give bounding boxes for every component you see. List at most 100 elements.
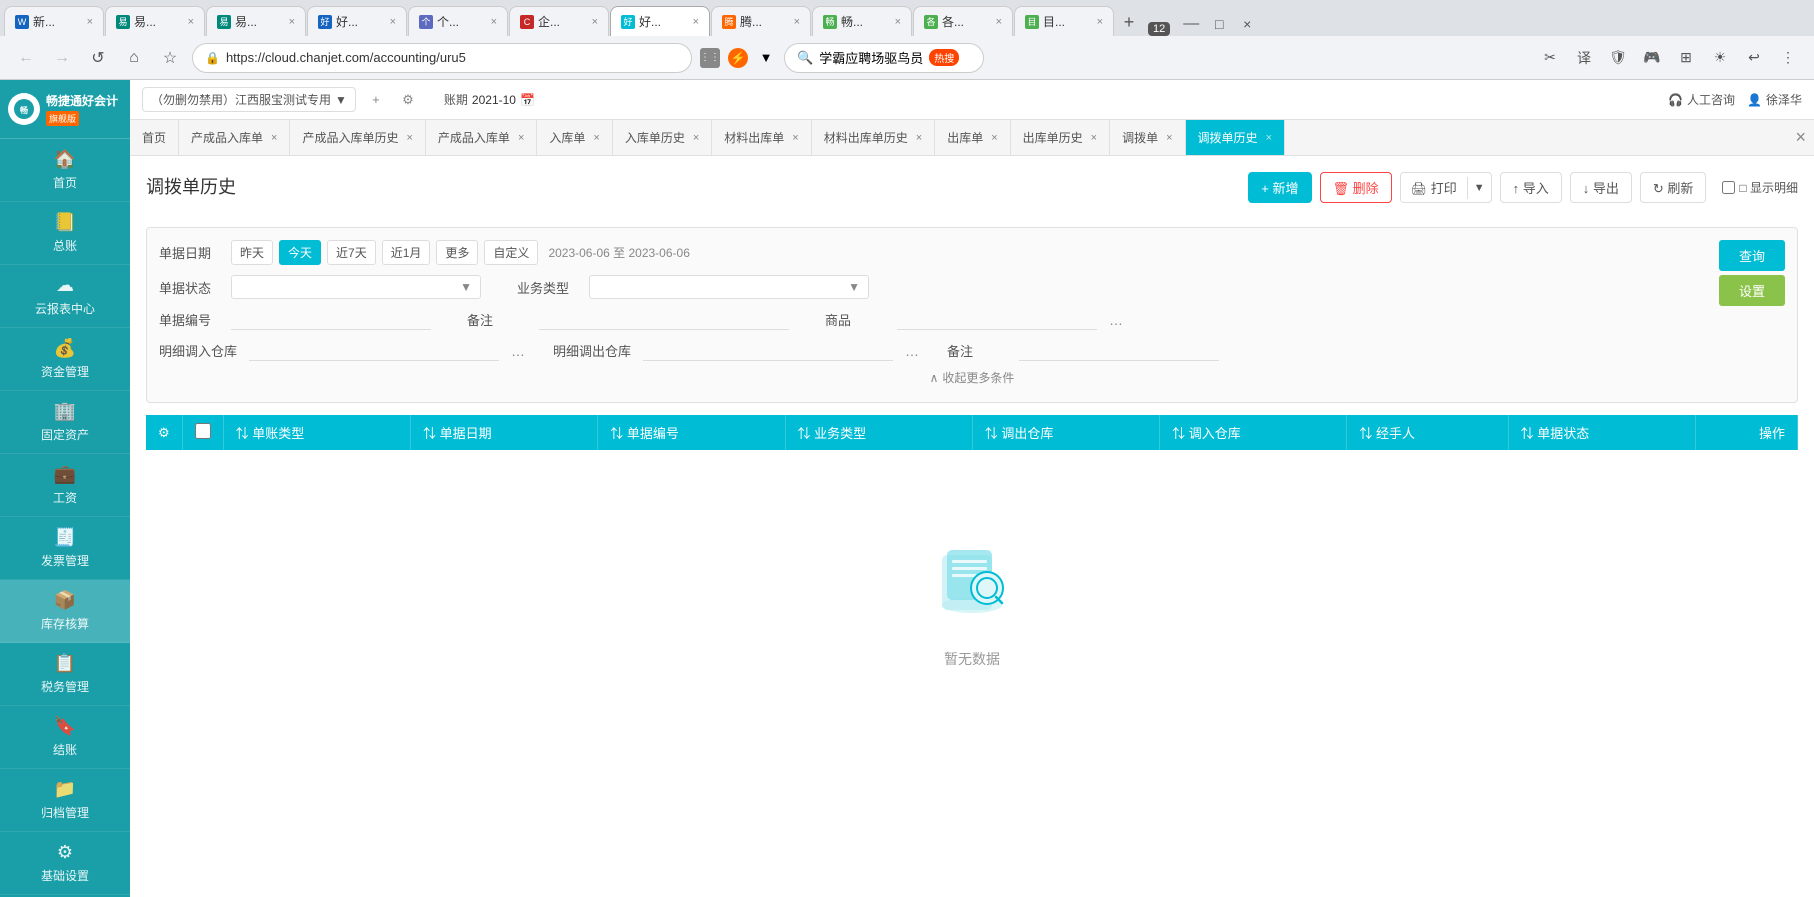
page-tab-inbound[interactable]: 入库单 × [537,120,612,155]
translate-icon[interactable]: 译 [1570,44,1598,72]
customer-service[interactable]: 🎧 人工咨询 [1668,91,1735,108]
sidebar-item-capital[interactable]: 💰 资金管理 [0,328,130,391]
calendar-icon[interactable]: 📅 [520,93,535,107]
page-tab-inbound-history-close[interactable]: × [693,132,699,144]
tab-close-10[interactable]: × [996,16,1002,28]
browser-tab-1[interactable]: W 新... × [4,6,104,36]
page-tab-transfer-close[interactable]: × [1166,132,1172,144]
page-tab-material-outbound-close[interactable]: × [792,132,798,144]
tab-close-1[interactable]: × [87,16,93,28]
company-selector[interactable]: （勿删勿禁用）江西服宝测试专用 ▼ [142,87,356,112]
query-button[interactable]: 查询 [1719,240,1785,271]
col-gear[interactable]: ⚙ [146,415,182,450]
page-tab-outbound[interactable]: 出库单 × [935,120,1010,155]
col-checkbox[interactable] [182,415,223,450]
sidebar-item-archive[interactable]: 📁 归档管理 [0,769,130,832]
tab-close-6[interactable]: × [592,16,598,28]
col-doc-status[interactable]: ⇅ 单据状态 [1508,415,1695,450]
menu-icon[interactable]: ⋮ [1774,44,1802,72]
page-tab-transfer-history[interactable]: 调拨单历史 × [1186,120,1285,155]
close-button[interactable]: × [1235,12,1259,36]
docnum-input[interactable] [231,309,431,330]
sidebar-item-invoice[interactable]: 🧾 发票管理 [0,517,130,580]
select-all-checkbox[interactable] [195,423,211,439]
refresh-page-button[interactable]: ↻ 刷新 [1640,172,1707,203]
col-doc-number[interactable]: ⇅ 单据编号 [598,415,785,450]
display-checkbox[interactable] [1722,181,1735,194]
month-btn[interactable]: 近1月 [382,240,431,265]
add-company-button[interactable]: + [364,88,388,112]
in-warehouse-input[interactable] [249,340,499,361]
page-tab-material-outbound-history[interactable]: 材料出库单历史 × [812,120,935,155]
col-doc-type[interactable]: ⇅ 单账类型 [223,415,410,450]
sidebar-item-assets[interactable]: 🏢 固定资产 [0,391,130,454]
page-tab-product-inbound2-close[interactable]: × [518,132,524,144]
shield-icon[interactable]: 🛡 [1604,44,1632,72]
page-tab-material-outbound-history-close[interactable]: × [916,132,922,144]
browser-tab-3[interactable]: 易 易... × [206,6,306,36]
page-tab-transfer[interactable]: 调拨单 × [1110,120,1185,155]
forward-button[interactable]: → [48,44,76,72]
browser-tab-2[interactable]: 易 易... × [105,6,205,36]
page-tab-outbound-history-close[interactable]: × [1091,132,1097,144]
page-tab-material-outbound[interactable]: 材料出库单 × [712,120,811,155]
page-tab-product-inbound-history[interactable]: 产成品入库单历史 × [290,120,425,155]
col-business-type[interactable]: ⇅ 业务类型 [785,415,972,450]
page-tab-inbound-history[interactable]: 入库单历史 × [613,120,712,155]
business-type-select[interactable]: ▼ [589,275,869,299]
today-btn[interactable]: 今天 [279,240,321,265]
sidebar-item-settings[interactable]: ⚙ 基础设置 [0,832,130,895]
tab-count[interactable]: 12 [1148,22,1170,36]
sidebar-item-home[interactable]: 🏠 首页 [0,139,130,202]
col-in-warehouse[interactable]: ⇅ 调入仓库 [1160,415,1347,450]
browser-tab-5[interactable]: 个 个... × [408,6,508,36]
browser-tab-9[interactable]: 畅 畅... × [812,6,912,36]
out-warehouse-input[interactable] [643,340,893,361]
sun-icon[interactable]: ☀ [1706,44,1734,72]
new-button[interactable]: + 新增 [1248,172,1311,203]
in-warehouse-dots[interactable]: … [511,343,525,359]
sidebar-item-tax[interactable]: 📋 税务管理 [0,643,130,706]
col-doc-date[interactable]: ⇅ 单据日期 [410,415,597,450]
browser-tab-7[interactable]: 好 好... × [610,6,710,36]
gear-col-icon[interactable]: ⚙ [158,425,170,440]
address-box[interactable]: 🔒 https://cloud.chanjet.com/accounting/u… [192,43,692,73]
browser-tab-6[interactable]: C 企... × [509,6,609,36]
flash-icon[interactable]: ⚡ [728,48,748,68]
page-tab-outbound-close[interactable]: × [991,132,997,144]
tab-close-7[interactable]: × [693,16,699,28]
sidebar-item-ledger[interactable]: 📒 总账 [0,202,130,265]
search-box[interactable]: 🔍 学霸应聘场驱鸟员 热搜 [784,43,984,73]
tab-close-11[interactable]: × [1097,16,1103,28]
undo-icon[interactable]: ↩ [1740,44,1768,72]
goods-dots[interactable]: … [1109,312,1123,328]
setting-button[interactable]: 设置 [1719,275,1785,306]
tab-close-9[interactable]: × [895,16,901,28]
page-tab-product-inbound2[interactable]: 产成品入库单 × [426,120,537,155]
back-button[interactable]: ← [12,44,40,72]
display-toggle[interactable]: □ 显示明细 [1722,179,1798,196]
grid-icon[interactable]: ⊞ [1672,44,1700,72]
export-button[interactable]: ↓ 导出 [1570,172,1632,203]
status-select[interactable]: ▼ [231,275,481,299]
more-button[interactable]: ▼ [756,48,776,68]
minimize-button[interactable]: — [1179,12,1203,36]
sidebar-item-wages[interactable]: 💼 工资 [0,454,130,517]
col-out-warehouse[interactable]: ⇅ 调出仓库 [972,415,1159,450]
scissors-icon[interactable]: ✂ [1536,44,1564,72]
game-icon[interactable]: 🎮 [1638,44,1666,72]
custom-btn[interactable]: 自定义 [484,240,538,265]
user-info[interactable]: 👤 徐泽华 [1747,91,1802,108]
home-button[interactable]: ⌂ [120,44,148,72]
bookmark-button[interactable]: ☆ [156,44,184,72]
page-tab-product-inbound-close[interactable]: × [271,132,277,144]
remark-input[interactable] [539,309,789,330]
import-button[interactable]: ↑ 导入 [1500,172,1562,203]
page-tab-home[interactable]: 首页 [130,120,179,155]
page-tab-inbound-close[interactable]: × [593,132,599,144]
refresh-button[interactable]: ↺ [84,44,112,72]
tab-close-2[interactable]: × [188,16,194,28]
tab-close-4[interactable]: × [390,16,396,28]
close-all-tabs-button[interactable]: × [1795,127,1814,148]
delete-button[interactable]: 🗑 删除 [1320,172,1392,203]
